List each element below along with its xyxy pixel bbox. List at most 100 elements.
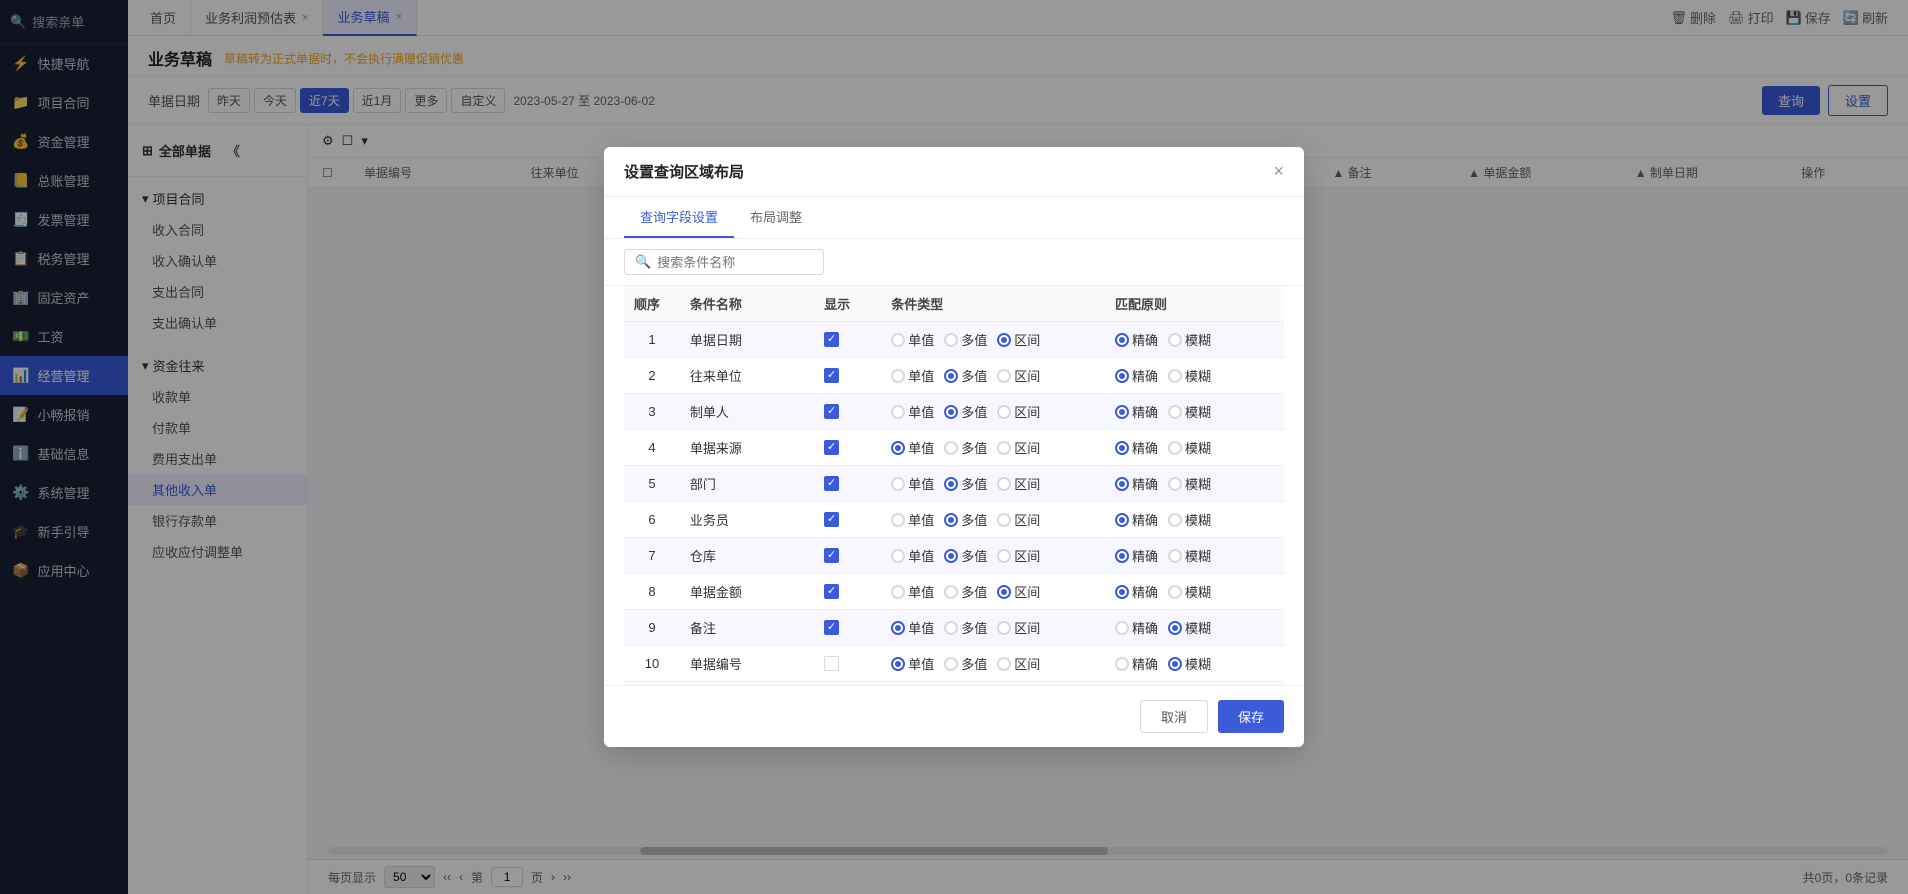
- checkbox-checked[interactable]: [824, 512, 839, 527]
- radio-single[interactable]: 单值: [891, 546, 934, 565]
- radio-range[interactable]: 区间: [997, 510, 1040, 529]
- modal-footer: 取消 保存: [604, 685, 1304, 747]
- radio-exact[interactable]: 精确: [1115, 582, 1158, 601]
- modal-search-input[interactable]: [657, 255, 813, 270]
- radio-range[interactable]: 区间: [997, 582, 1040, 601]
- radio-range-label: 区间: [1014, 366, 1040, 385]
- radio-range-circle: [997, 621, 1011, 635]
- radio-single-circle: [891, 441, 905, 455]
- checkbox-checked[interactable]: [824, 404, 839, 419]
- modal-close-button[interactable]: ×: [1273, 161, 1284, 182]
- cell-show[interactable]: [814, 538, 881, 574]
- cell-show[interactable]: [814, 358, 881, 394]
- radio-fuzzy-circle: [1168, 621, 1182, 635]
- cell-show[interactable]: [814, 502, 881, 538]
- radio-exact[interactable]: 精确: [1115, 654, 1158, 673]
- cell-show[interactable]: [814, 646, 881, 682]
- radio-range-label: 区间: [1014, 330, 1040, 349]
- cell-seq: 5: [624, 466, 680, 502]
- radio-exact[interactable]: 精确: [1115, 510, 1158, 529]
- modal-tab-layout[interactable]: 布局调整: [734, 197, 818, 238]
- checkbox-checked[interactable]: [824, 548, 839, 563]
- radio-range[interactable]: 区间: [997, 474, 1040, 493]
- radio-fuzzy[interactable]: 模糊: [1168, 618, 1211, 637]
- radio-multi[interactable]: 多值: [944, 546, 987, 565]
- radio-fuzzy[interactable]: 模糊: [1168, 402, 1211, 421]
- table-row: 2往来单位 单值 多值 区间 精确 模糊: [624, 358, 1284, 394]
- cell-show[interactable]: [814, 466, 881, 502]
- radio-multi[interactable]: 多值: [944, 366, 987, 385]
- radio-range[interactable]: 区间: [997, 366, 1040, 385]
- table-row: 8单据金额 单值 多值 区间 精确 模糊: [624, 574, 1284, 610]
- radio-exact[interactable]: 精确: [1115, 618, 1158, 637]
- radio-exact[interactable]: 精确: [1115, 330, 1158, 349]
- radio-range[interactable]: 区间: [997, 654, 1040, 673]
- radio-fuzzy[interactable]: 模糊: [1168, 366, 1211, 385]
- radio-multi[interactable]: 多值: [944, 582, 987, 601]
- radio-range[interactable]: 区间: [997, 618, 1040, 637]
- radio-range-label: 区间: [1014, 402, 1040, 421]
- radio-exact[interactable]: 精确: [1115, 438, 1158, 457]
- cell-show[interactable]: [814, 322, 881, 358]
- radio-range[interactable]: 区间: [997, 330, 1040, 349]
- radio-exact[interactable]: 精确: [1115, 366, 1158, 385]
- radio-fuzzy[interactable]: 模糊: [1168, 438, 1211, 457]
- radio-single[interactable]: 单值: [891, 654, 934, 673]
- radio-single[interactable]: 单值: [891, 510, 934, 529]
- radio-exact-circle: [1115, 621, 1129, 635]
- radio-fuzzy-label: 模糊: [1185, 510, 1211, 529]
- radio-range[interactable]: 区间: [997, 402, 1040, 421]
- radio-single[interactable]: 单值: [891, 402, 934, 421]
- radio-single[interactable]: 单值: [891, 330, 934, 349]
- radio-multi[interactable]: 多值: [944, 438, 987, 457]
- radio-multi[interactable]: 多值: [944, 618, 987, 637]
- checkbox-checked[interactable]: [824, 440, 839, 455]
- radio-single-circle: [891, 333, 905, 347]
- radio-multi-label: 多值: [961, 366, 987, 385]
- checkbox-checked[interactable]: [824, 584, 839, 599]
- radio-fuzzy[interactable]: 模糊: [1168, 510, 1211, 529]
- cell-show[interactable]: [814, 394, 881, 430]
- cancel-button[interactable]: 取消: [1140, 700, 1208, 733]
- radio-fuzzy-label: 模糊: [1185, 582, 1211, 601]
- radio-fuzzy[interactable]: 模糊: [1168, 654, 1211, 673]
- radio-single[interactable]: 单值: [891, 582, 934, 601]
- checkbox-empty[interactable]: [824, 656, 839, 671]
- radio-single[interactable]: 单值: [891, 366, 934, 385]
- checkbox-checked[interactable]: [824, 368, 839, 383]
- radio-fuzzy-label: 模糊: [1185, 474, 1211, 493]
- radio-range-label: 区间: [1014, 654, 1040, 673]
- radio-multi-circle: [944, 549, 958, 563]
- cell-show[interactable]: [814, 430, 881, 466]
- radio-fuzzy[interactable]: 模糊: [1168, 546, 1211, 565]
- radio-multi[interactable]: 多值: [944, 654, 987, 673]
- cell-show[interactable]: [814, 610, 881, 646]
- radio-multi[interactable]: 多值: [944, 330, 987, 349]
- radio-multi[interactable]: 多值: [944, 402, 987, 421]
- radio-exact[interactable]: 精确: [1115, 546, 1158, 565]
- radio-multi[interactable]: 多值: [944, 474, 987, 493]
- radio-exact[interactable]: 精确: [1115, 474, 1158, 493]
- radio-fuzzy[interactable]: 模糊: [1168, 582, 1211, 601]
- radio-multi-circle: [944, 513, 958, 527]
- radio-range[interactable]: 区间: [997, 546, 1040, 565]
- radio-range[interactable]: 区间: [997, 438, 1040, 457]
- radio-fuzzy[interactable]: 模糊: [1168, 474, 1211, 493]
- checkbox-checked[interactable]: [824, 476, 839, 491]
- radio-exact[interactable]: 精确: [1115, 402, 1158, 421]
- radio-fuzzy[interactable]: 模糊: [1168, 330, 1211, 349]
- radio-single[interactable]: 单值: [891, 474, 934, 493]
- radio-fuzzy-label: 模糊: [1185, 366, 1211, 385]
- checkbox-checked[interactable]: [824, 332, 839, 347]
- modal-tab-query-field[interactable]: 查询字段设置: [624, 197, 734, 238]
- th-type: 条件类型: [881, 286, 1105, 322]
- radio-multi[interactable]: 多值: [944, 510, 987, 529]
- radio-single[interactable]: 单值: [891, 618, 934, 637]
- save-button[interactable]: 保存: [1218, 700, 1284, 733]
- radio-single[interactable]: 单值: [891, 438, 934, 457]
- th-show: 显示: [814, 286, 881, 322]
- radio-fuzzy-circle: [1168, 549, 1182, 563]
- cell-show[interactable]: [814, 574, 881, 610]
- checkbox-checked[interactable]: [824, 620, 839, 635]
- cell-name: 业务员: [680, 502, 814, 538]
